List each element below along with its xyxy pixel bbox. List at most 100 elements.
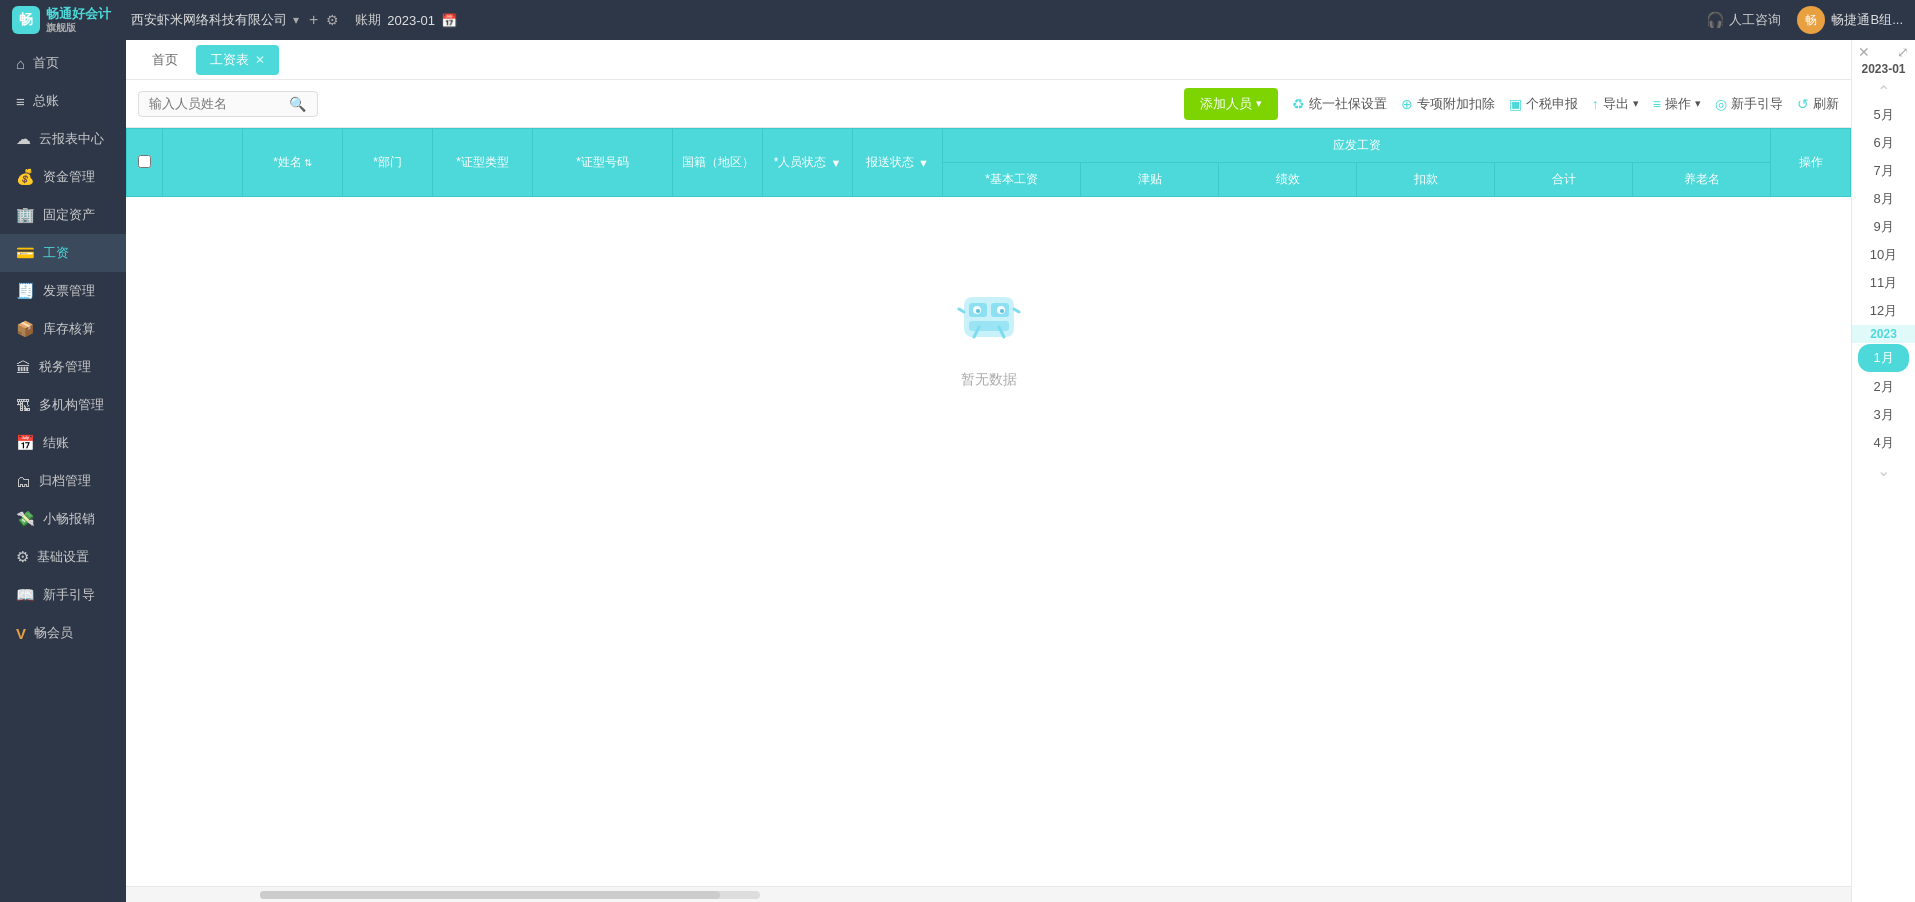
month-item-2023-01[interactable]: 1月: [1858, 344, 1909, 372]
refresh-button[interactable]: ↺ 刷新: [1797, 95, 1839, 113]
year-2023-label: 2023: [1852, 325, 1915, 343]
calendar-icon[interactable]: 📅: [441, 13, 457, 28]
sidebar-item-invoice[interactable]: 🧾 发票管理: [0, 272, 126, 310]
sidebar-item-settings[interactable]: ⚙ 基础设置: [0, 538, 126, 576]
month-item-2022-12[interactable]: 12月: [1852, 297, 1915, 325]
archive-icon: 🗂: [16, 473, 31, 490]
app-logo: 畅 畅通好会计 旗舰版: [12, 6, 111, 34]
sidebar-item-ledger[interactable]: ≡ 总账: [0, 82, 126, 120]
svg-line-11: [1014, 309, 1019, 312]
month-item-2022-05[interactable]: 5月: [1852, 101, 1915, 129]
scroll-down-icon: ⌄: [1877, 462, 1890, 479]
add-person-button[interactable]: 添加人员 ▾: [1184, 88, 1278, 120]
sidebar-label-guide: 新手引导: [43, 586, 95, 604]
headset-icon: 🎧: [1706, 11, 1725, 29]
special-deduction-icon: ⊕: [1401, 96, 1413, 112]
month-item-2023-02[interactable]: 2月: [1852, 373, 1915, 401]
sidebar-item-archive[interactable]: 🗂 归档管理: [0, 462, 126, 500]
scroll-up-button[interactable]: ⌃: [1852, 82, 1915, 101]
search-input[interactable]: [149, 96, 289, 111]
sidebar-item-close-period[interactable]: 📅 结账: [0, 424, 126, 462]
tab-home[interactable]: 首页: [138, 45, 192, 75]
th-checkbox: [127, 129, 163, 197]
service-button[interactable]: 🎧 人工咨询: [1706, 11, 1781, 29]
multi-org-icon: 🏗: [16, 397, 31, 414]
company-dropdown-arrow: ▾: [293, 13, 299, 27]
th-deduction: 扣款: [1357, 163, 1495, 197]
fixed-assets-icon: 🏢: [16, 206, 35, 224]
company-selector[interactable]: 西安虾米网络科技有限公司 ▾: [131, 11, 299, 29]
settings-button[interactable]: ⚙: [326, 12, 339, 28]
add-person-arrow: ▾: [1256, 97, 1262, 110]
new-guide-button[interactable]: ◎ 新手引导: [1715, 95, 1783, 113]
refresh-label: 刷新: [1813, 95, 1839, 113]
sidebar-item-fixed-assets[interactable]: 🏢 固定资产: [0, 196, 126, 234]
month-item-2022-06[interactable]: 6月: [1852, 129, 1915, 157]
th-base-label: *基本工资: [985, 172, 1038, 186]
social-security-label: 统一社保设置: [1309, 95, 1387, 113]
user-name: 畅捷通B组...: [1831, 11, 1903, 29]
scrollbar-track[interactable]: [260, 891, 760, 899]
social-security-button[interactable]: ♻ 统一社保设置: [1292, 95, 1387, 113]
close-panel-icon[interactable]: ✕: [1858, 44, 1870, 60]
export-button[interactable]: ↑ 导出 ▾: [1592, 95, 1639, 113]
status-filter-icon[interactable]: ▼: [830, 157, 841, 169]
month-item-2022-09[interactable]: 9月: [1852, 213, 1915, 241]
sidebar-item-expense[interactable]: 💸 小畅报销: [0, 500, 126, 538]
select-all-checkbox[interactable]: [138, 155, 151, 168]
sidebar-item-inventory[interactable]: 📦 库存核算: [0, 310, 126, 348]
sidebar-item-tax[interactable]: 🏛 税务管理: [0, 348, 126, 386]
tax-report-icon: ▣: [1509, 96, 1522, 112]
tax-report-button[interactable]: ▣ 个税申报: [1509, 95, 1578, 113]
scrollbar-thumb[interactable]: [260, 891, 720, 899]
close-period-icon: 📅: [16, 434, 35, 452]
invoice-icon: 🧾: [16, 282, 35, 300]
th-cert-no: *证型号码: [533, 129, 673, 197]
sidebar-item-home[interactable]: ⌂ 首页: [0, 44, 126, 82]
empty-state: 暂无数据: [127, 197, 1851, 469]
th-report-status: 报送状态 ▼: [853, 129, 943, 197]
th-cert-type-label: *证型类型: [456, 155, 509, 169]
th-subsidy: 津贴: [1081, 163, 1219, 197]
month-item-2023-04[interactable]: 4月: [1852, 429, 1915, 457]
user-info[interactable]: 畅 畅捷通B组...: [1797, 6, 1903, 34]
operations-button[interactable]: ≡ 操作 ▾: [1653, 95, 1701, 113]
th-report-label: 报送状态: [866, 154, 914, 171]
sidebar-item-guide[interactable]: 📖 新手引导: [0, 576, 126, 614]
th-pension: 养老名: [1633, 163, 1771, 197]
th-base-salary: *基本工资: [943, 163, 1081, 197]
month-item-2022-07[interactable]: 7月: [1852, 157, 1915, 185]
sidebar-item-multi-org[interactable]: 🏗 多机构管理: [0, 386, 126, 424]
search-icon: 🔍: [289, 96, 306, 112]
sidebar-label-ledger: 总账: [33, 92, 59, 110]
month-item-2023-03[interactable]: 3月: [1852, 401, 1915, 429]
name-sort-icon[interactable]: ⇅: [304, 157, 312, 168]
svg-rect-3: [969, 321, 1009, 331]
svg-line-10: [959, 309, 964, 312]
app-subtitle: 旗舰版: [46, 22, 111, 34]
sidebar-item-salary[interactable]: 💳 工资: [0, 234, 126, 272]
sidebar-item-cloud-report[interactable]: ☁ 云报表中心: [0, 120, 126, 158]
month-list: 5月 6月 7月 8月 9月 10月 11月 12月 2023 1月 2月 3月…: [1852, 101, 1915, 457]
expand-panel-icon[interactable]: ⤢: [1897, 44, 1909, 60]
th-salary-group: 应发工资: [943, 129, 1771, 163]
search-wrap[interactable]: 🔍: [138, 91, 318, 117]
sidebar-item-fund[interactable]: 💰 资金管理: [0, 158, 126, 196]
th-name-label: *姓名: [273, 154, 302, 171]
month-item-2022-10[interactable]: 10月: [1852, 241, 1915, 269]
add-company-button[interactable]: +: [309, 11, 318, 29]
horizontal-scrollbar[interactable]: [126, 886, 1851, 902]
sidebar-item-member[interactable]: V 畅会员: [0, 614, 126, 652]
tab-salary-close[interactable]: ✕: [255, 53, 265, 67]
month-item-2022-08[interactable]: 8月: [1852, 185, 1915, 213]
th-deduction-label: 扣款: [1414, 172, 1438, 186]
th-emp-id: [163, 129, 243, 197]
scroll-down-button[interactable]: ⌄: [1852, 461, 1915, 480]
special-deduction-button[interactable]: ⊕ 专项附加扣除: [1401, 95, 1495, 113]
report-filter-icon[interactable]: ▼: [918, 157, 929, 169]
sidebar-label-inventory: 库存核算: [43, 320, 95, 338]
salary-icon: 💳: [16, 244, 35, 262]
content-area: 首页 工资表 ✕ 🔍 添加人员 ▾ ♻ 统一社保设置: [126, 40, 1851, 902]
tab-salary[interactable]: 工资表 ✕: [196, 45, 279, 75]
month-item-2022-11[interactable]: 11月: [1852, 269, 1915, 297]
